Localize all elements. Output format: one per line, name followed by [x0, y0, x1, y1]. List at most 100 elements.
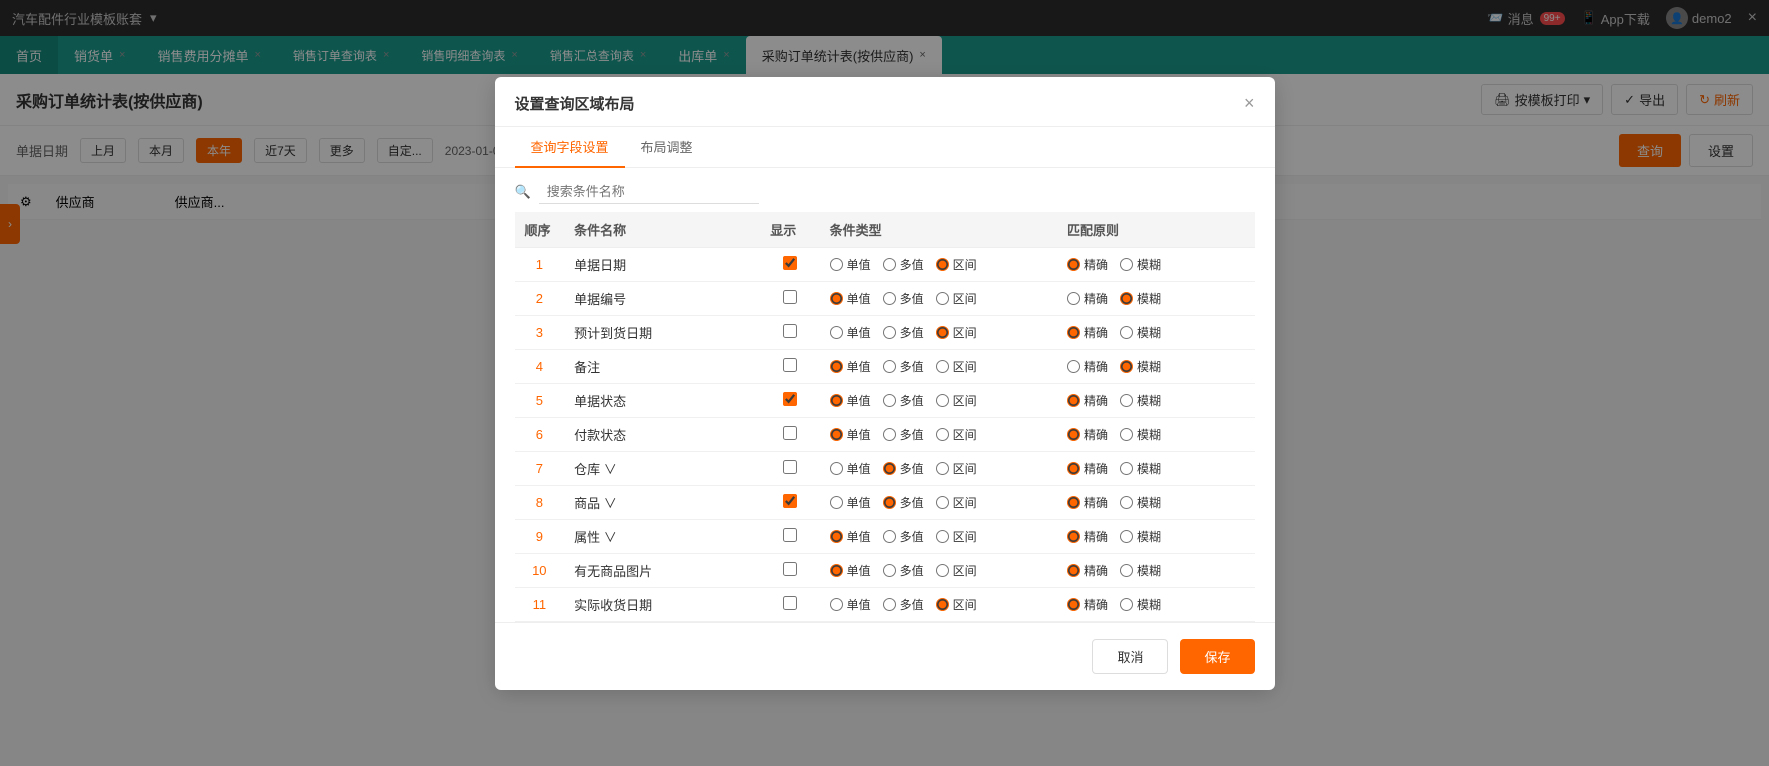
type-radio-label[interactable]: 多值: [883, 562, 924, 579]
match-radio[interactable]: [1120, 462, 1133, 475]
match-radio[interactable]: [1120, 496, 1133, 509]
type-radio[interactable]: [936, 496, 949, 509]
type-radio-label[interactable]: 单值: [830, 596, 871, 613]
match-radio[interactable]: [1120, 598, 1133, 611]
type-radio[interactable]: [883, 598, 896, 611]
type-radio[interactable]: [883, 462, 896, 475]
type-radio-label[interactable]: 单值: [830, 392, 871, 409]
show-checkbox[interactable]: [783, 392, 797, 406]
type-radio-label[interactable]: 单值: [830, 290, 871, 307]
show-checkbox[interactable]: [783, 324, 797, 338]
row-show[interactable]: [760, 417, 819, 451]
match-radio-label[interactable]: 精确: [1067, 358, 1108, 375]
show-checkbox[interactable]: [783, 460, 797, 474]
match-radio[interactable]: [1120, 360, 1133, 373]
match-radio[interactable]: [1067, 326, 1080, 339]
show-checkbox[interactable]: [783, 290, 797, 304]
type-radio[interactable]: [936, 598, 949, 611]
match-radio-label[interactable]: 模糊: [1120, 324, 1161, 341]
type-radio-label[interactable]: 单值: [830, 256, 871, 273]
match-radio[interactable]: [1120, 394, 1133, 407]
type-radio[interactable]: [830, 360, 843, 373]
match-radio[interactable]: [1120, 326, 1133, 339]
match-radio-label[interactable]: 模糊: [1120, 392, 1161, 409]
row-show[interactable]: [760, 451, 819, 485]
type-radio-label[interactable]: 区间: [936, 290, 977, 307]
modal-tab-layout[interactable]: 布局调整: [625, 127, 709, 168]
match-radio[interactable]: [1120, 530, 1133, 543]
type-radio-label[interactable]: 区间: [936, 494, 977, 511]
type-radio-label[interactable]: 单值: [830, 460, 871, 477]
type-radio[interactable]: [830, 564, 843, 577]
match-radio-label[interactable]: 精确: [1067, 596, 1108, 613]
row-show[interactable]: [760, 587, 819, 621]
type-radio-label[interactable]: 区间: [936, 528, 977, 545]
match-radio-label[interactable]: 模糊: [1120, 460, 1161, 477]
search-input[interactable]: [539, 180, 759, 204]
show-checkbox[interactable]: [783, 494, 797, 508]
match-radio[interactable]: [1067, 462, 1080, 475]
type-radio-label[interactable]: 单值: [830, 426, 871, 443]
type-radio[interactable]: [883, 292, 896, 305]
match-radio-label[interactable]: 模糊: [1120, 290, 1161, 307]
type-radio-label[interactable]: 单值: [830, 562, 871, 579]
match-radio[interactable]: [1067, 428, 1080, 441]
type-radio[interactable]: [936, 292, 949, 305]
type-radio-label[interactable]: 区间: [936, 562, 977, 579]
match-radio-label[interactable]: 精确: [1067, 256, 1108, 273]
type-radio-label[interactable]: 单值: [830, 528, 871, 545]
type-radio[interactable]: [936, 428, 949, 441]
type-radio[interactable]: [883, 564, 896, 577]
type-radio[interactable]: [936, 326, 949, 339]
save-button[interactable]: 保存: [1180, 639, 1254, 674]
match-radio[interactable]: [1067, 394, 1080, 407]
match-radio-label[interactable]: 精确: [1067, 562, 1108, 579]
match-radio[interactable]: [1067, 258, 1080, 271]
type-radio-label[interactable]: 区间: [936, 460, 977, 477]
modal-tab-query-fields[interactable]: 查询字段设置: [515, 127, 625, 168]
type-radio-label[interactable]: 区间: [936, 426, 977, 443]
row-show[interactable]: [760, 553, 819, 587]
type-radio-label[interactable]: 多值: [883, 324, 924, 341]
row-show[interactable]: [760, 485, 819, 519]
type-radio-label[interactable]: 多值: [883, 494, 924, 511]
match-radio[interactable]: [1067, 530, 1080, 543]
type-radio-label[interactable]: 多值: [883, 392, 924, 409]
type-radio[interactable]: [883, 530, 896, 543]
type-radio-label[interactable]: 多值: [883, 358, 924, 375]
type-radio[interactable]: [830, 598, 843, 611]
match-radio-label[interactable]: 模糊: [1120, 494, 1161, 511]
type-radio-label[interactable]: 区间: [936, 596, 977, 613]
match-radio-label[interactable]: 模糊: [1120, 426, 1161, 443]
type-radio-label[interactable]: 单值: [830, 324, 871, 341]
match-radio-label[interactable]: 精确: [1067, 392, 1108, 409]
match-radio[interactable]: [1067, 598, 1080, 611]
row-show[interactable]: [760, 315, 819, 349]
show-checkbox[interactable]: [783, 426, 797, 440]
match-radio-label[interactable]: 模糊: [1120, 562, 1161, 579]
row-show[interactable]: [760, 281, 819, 315]
match-radio-label[interactable]: 精确: [1067, 460, 1108, 477]
match-radio-label[interactable]: 模糊: [1120, 596, 1161, 613]
type-radio-label[interactable]: 区间: [936, 392, 977, 409]
type-radio-label[interactable]: 多值: [883, 460, 924, 477]
match-radio[interactable]: [1120, 428, 1133, 441]
type-radio[interactable]: [936, 564, 949, 577]
type-radio-label[interactable]: 单值: [830, 494, 871, 511]
type-radio[interactable]: [830, 394, 843, 407]
type-radio[interactable]: [830, 428, 843, 441]
type-radio[interactable]: [830, 292, 843, 305]
row-show[interactable]: [760, 247, 819, 281]
match-radio-label[interactable]: 模糊: [1120, 358, 1161, 375]
type-radio[interactable]: [830, 496, 843, 509]
match-radio[interactable]: [1120, 292, 1133, 305]
cancel-button[interactable]: 取消: [1092, 639, 1168, 674]
show-checkbox[interactable]: [783, 528, 797, 542]
row-show[interactable]: [760, 349, 819, 383]
type-radio-label[interactable]: 区间: [936, 358, 977, 375]
show-checkbox[interactable]: [783, 596, 797, 610]
type-radio-label[interactable]: 区间: [936, 324, 977, 341]
type-radio[interactable]: [883, 258, 896, 271]
type-radio-label[interactable]: 多值: [883, 596, 924, 613]
show-checkbox[interactable]: [783, 358, 797, 372]
